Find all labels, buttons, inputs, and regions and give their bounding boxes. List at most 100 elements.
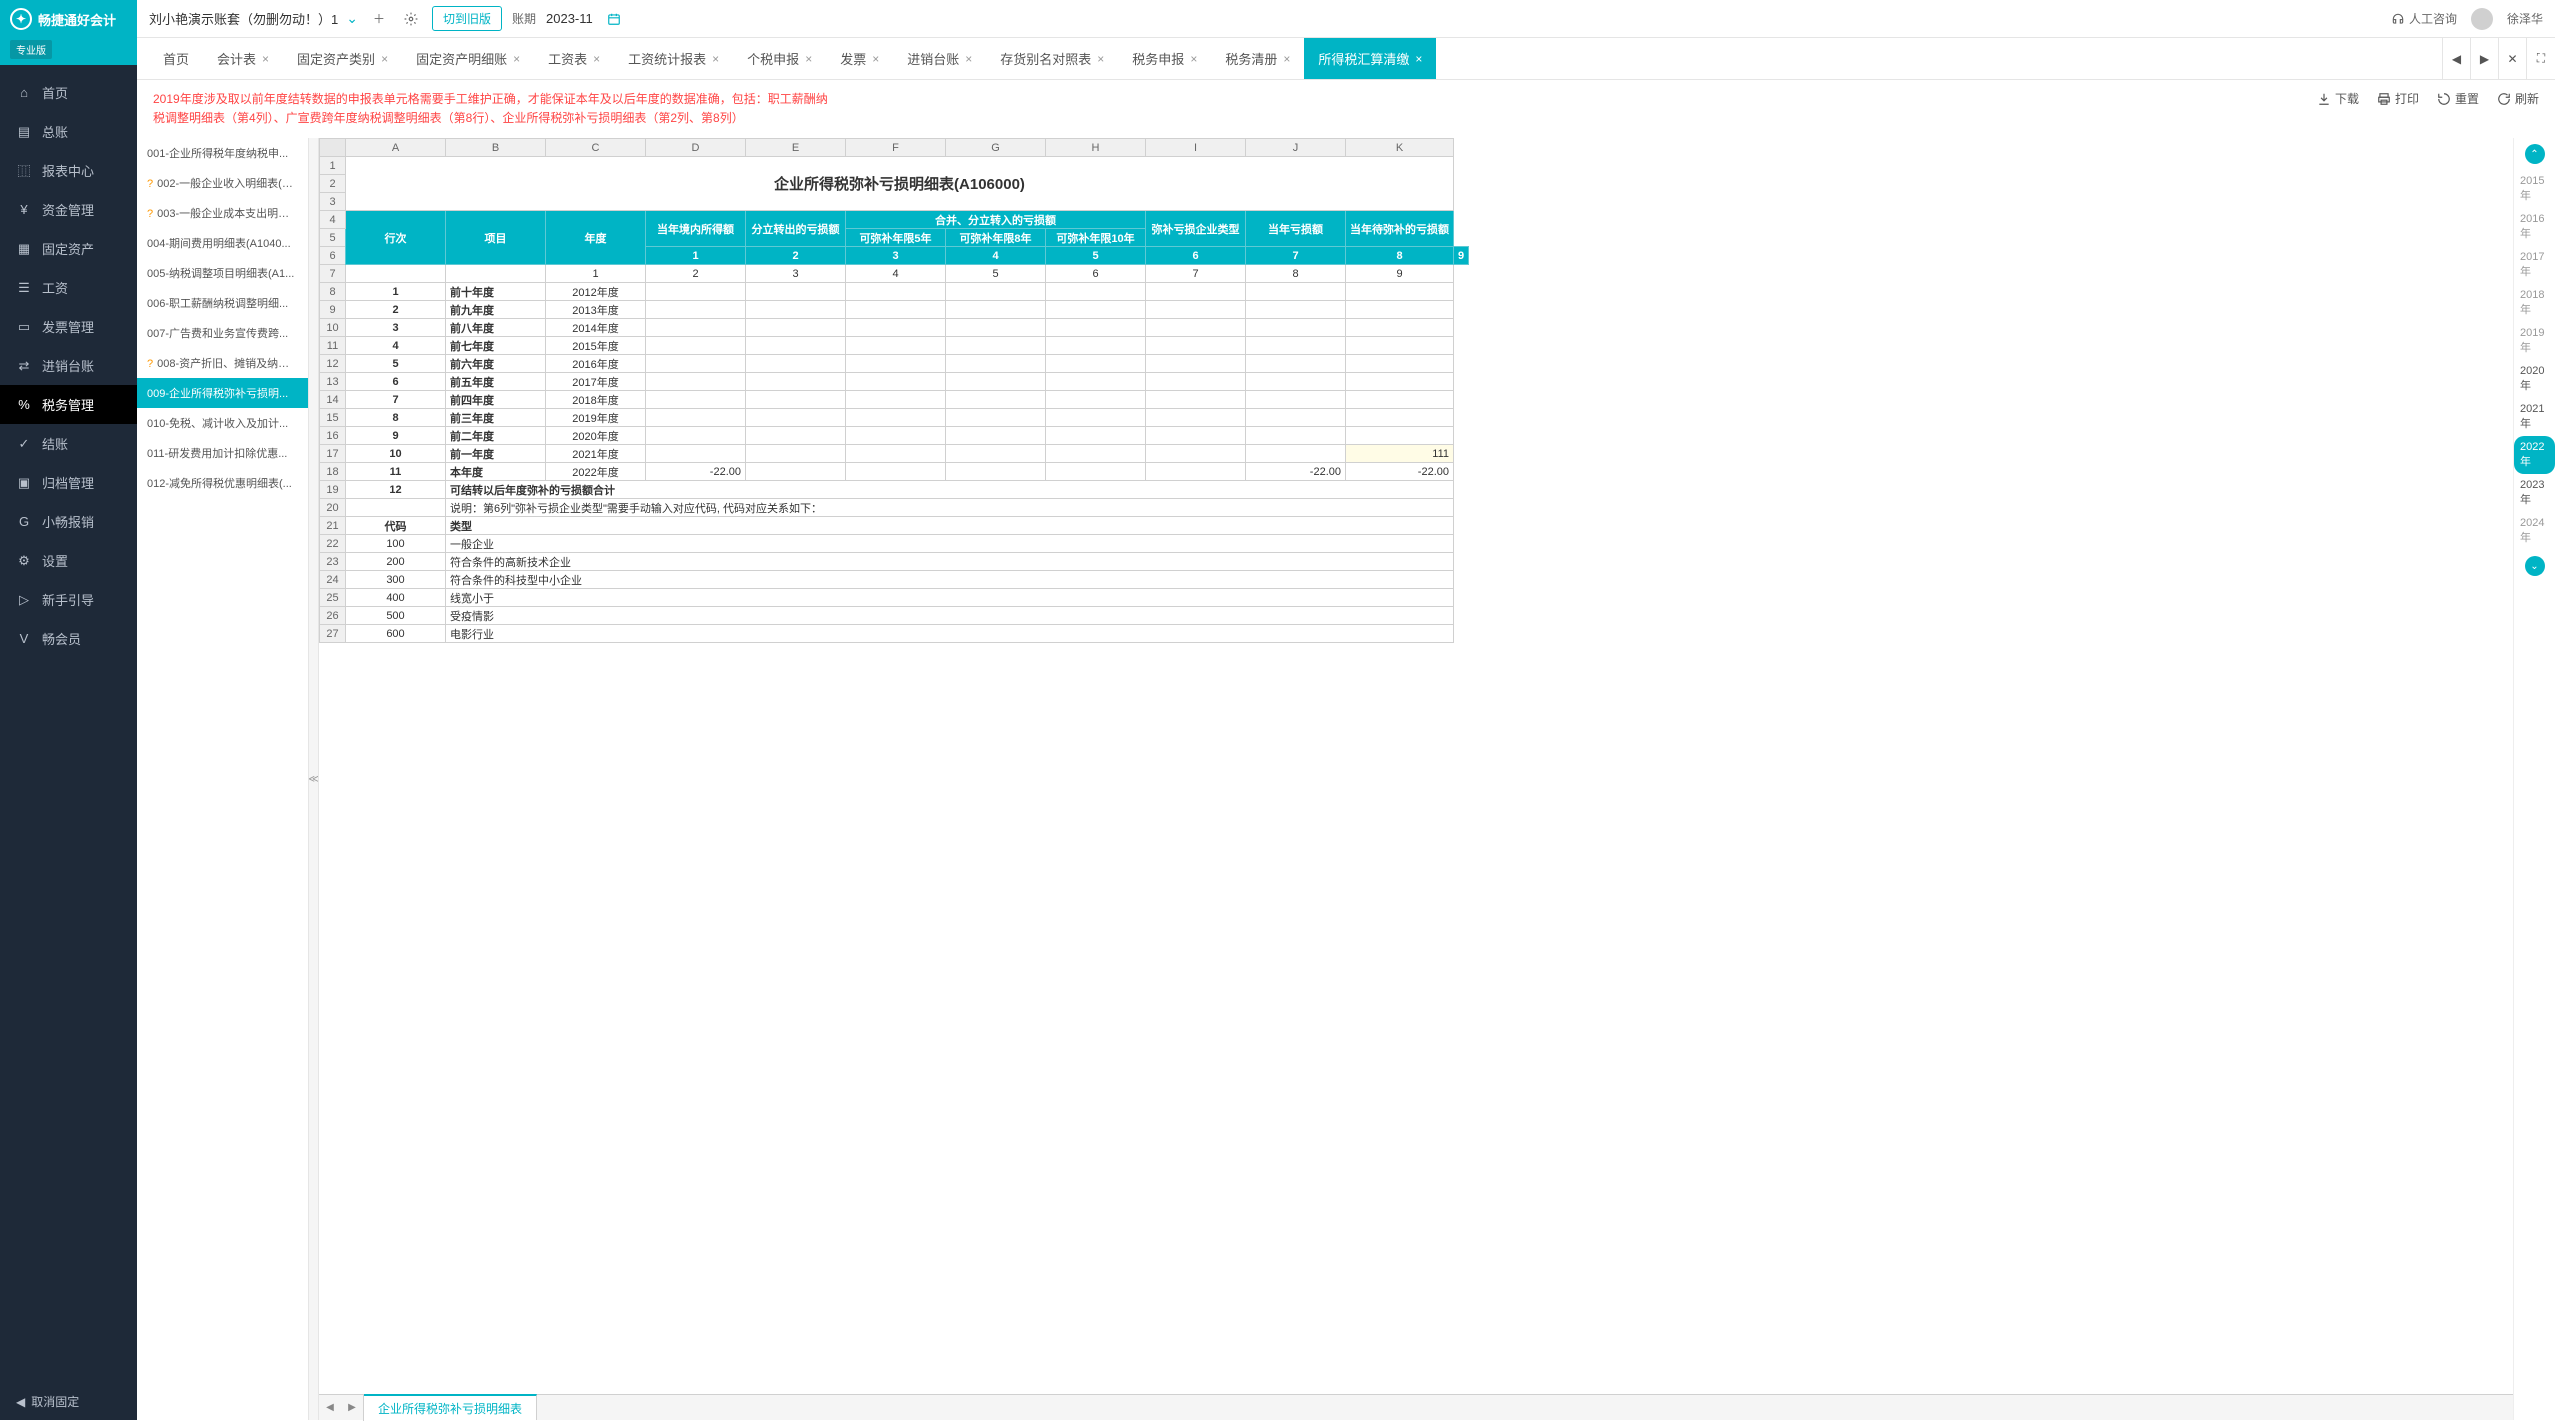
tab-close-button[interactable]: × [965, 52, 972, 66]
gear-icon [404, 12, 418, 26]
nav-item-ledger[interactable]: ▤总账 [0, 112, 137, 151]
nav-item-money[interactable]: ¥资金管理 [0, 190, 137, 229]
tab[interactable]: 存货别名对照表× [986, 38, 1118, 79]
tab[interactable]: 会计表× [203, 38, 283, 79]
tab[interactable]: 税务清册× [1211, 38, 1304, 79]
nav-item-chart[interactable]: ⿲报表中心 [0, 151, 137, 190]
sheet-last-button[interactable]: ▶ [341, 1395, 363, 1421]
nav-item-settings[interactable]: ⚙设置 [0, 541, 137, 580]
form-list-item[interactable]: 001-企业所得税年度纳税申... [137, 138, 308, 168]
tab[interactable]: 所得税汇算清缴× [1304, 38, 1436, 79]
download-button[interactable]: 下载 [2317, 90, 2359, 107]
form-list-item[interactable]: 012-减免所得税优惠明细表(... [137, 468, 308, 498]
nav-item-vip[interactable]: V畅会员 [0, 619, 137, 658]
tab-close-button[interactable]: × [1415, 52, 1422, 66]
nav-item-archive[interactable]: ▣归档管理 [0, 463, 137, 502]
avatar[interactable] [2471, 8, 2493, 30]
nav-item-tax[interactable]: %税务管理 [0, 385, 137, 424]
nav-item-invoice[interactable]: ▭发票管理 [0, 307, 137, 346]
period-value[interactable]: 2023-11 [546, 11, 593, 26]
tab-close-button[interactable]: × [262, 52, 269, 66]
col-header[interactable]: D [646, 139, 746, 157]
tab[interactable]: 个税申报× [733, 38, 826, 79]
form-list-item[interactable]: ?003-一般企业成本支出明细... [137, 198, 308, 228]
tab-close-button[interactable]: × [1283, 52, 1290, 66]
tab-close-button[interactable]: × [805, 52, 812, 66]
col-header[interactable]: J [1246, 139, 1346, 157]
tab[interactable]: 工资统计报表× [614, 38, 733, 79]
year-item[interactable]: 2022年 [2514, 436, 2555, 474]
year-item: 2019年 [2514, 322, 2555, 360]
tab[interactable]: 固定资产类别× [283, 38, 402, 79]
chart-icon: ⿲ [16, 163, 32, 179]
col-header[interactable]: C [546, 139, 646, 157]
year-down-button[interactable]: ⌄ [2525, 556, 2545, 576]
col-header[interactable]: B [446, 139, 546, 157]
col-header[interactable]: E [746, 139, 846, 157]
tab[interactable]: 固定资产明细账× [402, 38, 534, 79]
collapse-handle[interactable]: ≪ [309, 138, 319, 1420]
nav-item-reimburse[interactable]: G小畅报销 [0, 502, 137, 541]
tabs-close-all-button[interactable]: ✕ [2499, 38, 2527, 80]
form-list-item[interactable]: 007-广告费和业务宣传费跨... [137, 318, 308, 348]
nav-item-inout[interactable]: ⇄进销台账 [0, 346, 137, 385]
horizontal-scrollbar[interactable] [557, 1402, 2493, 1414]
vip-icon: V [16, 631, 32, 647]
tabs-prev-button[interactable]: ◀ [2443, 38, 2471, 80]
form-list-item[interactable]: 004-期间费用明细表(A1040... [137, 228, 308, 258]
col-header[interactable]: G [946, 139, 1046, 157]
form-list-item[interactable]: ?002-一般企业收入明细表(A10... [137, 168, 308, 198]
tab-close-button[interactable]: × [872, 52, 879, 66]
print-button[interactable]: 打印 [2377, 90, 2419, 107]
year-item[interactable]: 2020年 [2514, 360, 2555, 398]
reset-button[interactable]: 重置 [2437, 90, 2479, 107]
tab[interactable]: 工资表× [534, 38, 614, 79]
tab-close-button[interactable]: × [1190, 52, 1197, 66]
form-list-item[interactable]: 006-职工薪酬纳税调整明细... [137, 288, 308, 318]
settings-icon-button[interactable] [400, 8, 422, 30]
tab-close-button[interactable]: × [1097, 52, 1104, 66]
form-list-item[interactable]: 010-免税、减计收入及加计... [137, 408, 308, 438]
sheet-grid[interactable]: ABCDEFGHIJK1企业所得税弥补亏损明细表(A106000)234 行次项… [319, 138, 2513, 1394]
tab-close-button[interactable]: × [712, 52, 719, 66]
topbar: 刘小艳演示账套（勿删勿动！）1 ⌄ ＋ 切到旧版 账期 2023-11 人工咨询… [137, 0, 2555, 38]
unpin-icon: ◀ [16, 1395, 25, 1409]
tab-close-button[interactable]: × [381, 52, 388, 66]
calendar-button[interactable] [603, 8, 625, 30]
add-account-button[interactable]: ＋ [368, 8, 390, 30]
nav-item-close[interactable]: ✓结账 [0, 424, 137, 463]
form-list-item[interactable]: 005-纳税调整项目明细表(A1... [137, 258, 308, 288]
account-selector[interactable]: 刘小艳演示账套（勿删勿动！）1 ⌄ [149, 9, 358, 28]
form-list-item[interactable]: 011-研发费用加计扣除优惠... [137, 438, 308, 468]
unpin-button[interactable]: ◀ 取消固定 [0, 1383, 137, 1420]
year-item[interactable]: 2021年 [2514, 398, 2555, 436]
tab-close-button[interactable]: × [513, 52, 520, 66]
nav-item-salary[interactable]: ☰工资 [0, 268, 137, 307]
year-item[interactable]: 2023年 [2514, 474, 2555, 512]
col-header[interactable]: F [846, 139, 946, 157]
tab[interactable]: 发票× [826, 38, 893, 79]
col-header[interactable]: I [1146, 139, 1246, 157]
fullscreen-button[interactable]: ⛶ [2527, 38, 2555, 80]
nav-item-guide[interactable]: ▷新手引导 [0, 580, 137, 619]
tab-close-button[interactable]: × [593, 52, 600, 66]
question-icon: ? [147, 178, 153, 190]
year-up-button[interactable]: ⌃ [2525, 144, 2545, 164]
col-header[interactable]: K [1346, 139, 1454, 157]
nav-item-asset[interactable]: ▦固定资产 [0, 229, 137, 268]
refresh-button[interactable]: 刷新 [2497, 90, 2539, 107]
help-button[interactable]: 人工咨询 [2391, 10, 2457, 27]
form-list-item[interactable]: 009-企业所得税弥补亏损明... [137, 378, 308, 408]
col-header[interactable]: A [346, 139, 446, 157]
year-item: 2016年 [2514, 208, 2555, 246]
nav-item-home[interactable]: ⌂首页 [0, 73, 137, 112]
sheet-tab[interactable]: 企业所得税弥补亏损明细表 [364, 1394, 537, 1420]
tab[interactable]: 税务申报× [1118, 38, 1211, 79]
tab[interactable]: 首页 [149, 38, 203, 79]
col-header[interactable]: H [1046, 139, 1146, 157]
tabs-next-button[interactable]: ▶ [2471, 38, 2499, 80]
tab[interactable]: 进销台账× [893, 38, 986, 79]
sheet-first-button[interactable]: ◀ [319, 1395, 341, 1421]
old-version-button[interactable]: 切到旧版 [432, 6, 502, 31]
form-list-item[interactable]: ?008-资产折旧、摊销及纳税... [137, 348, 308, 378]
